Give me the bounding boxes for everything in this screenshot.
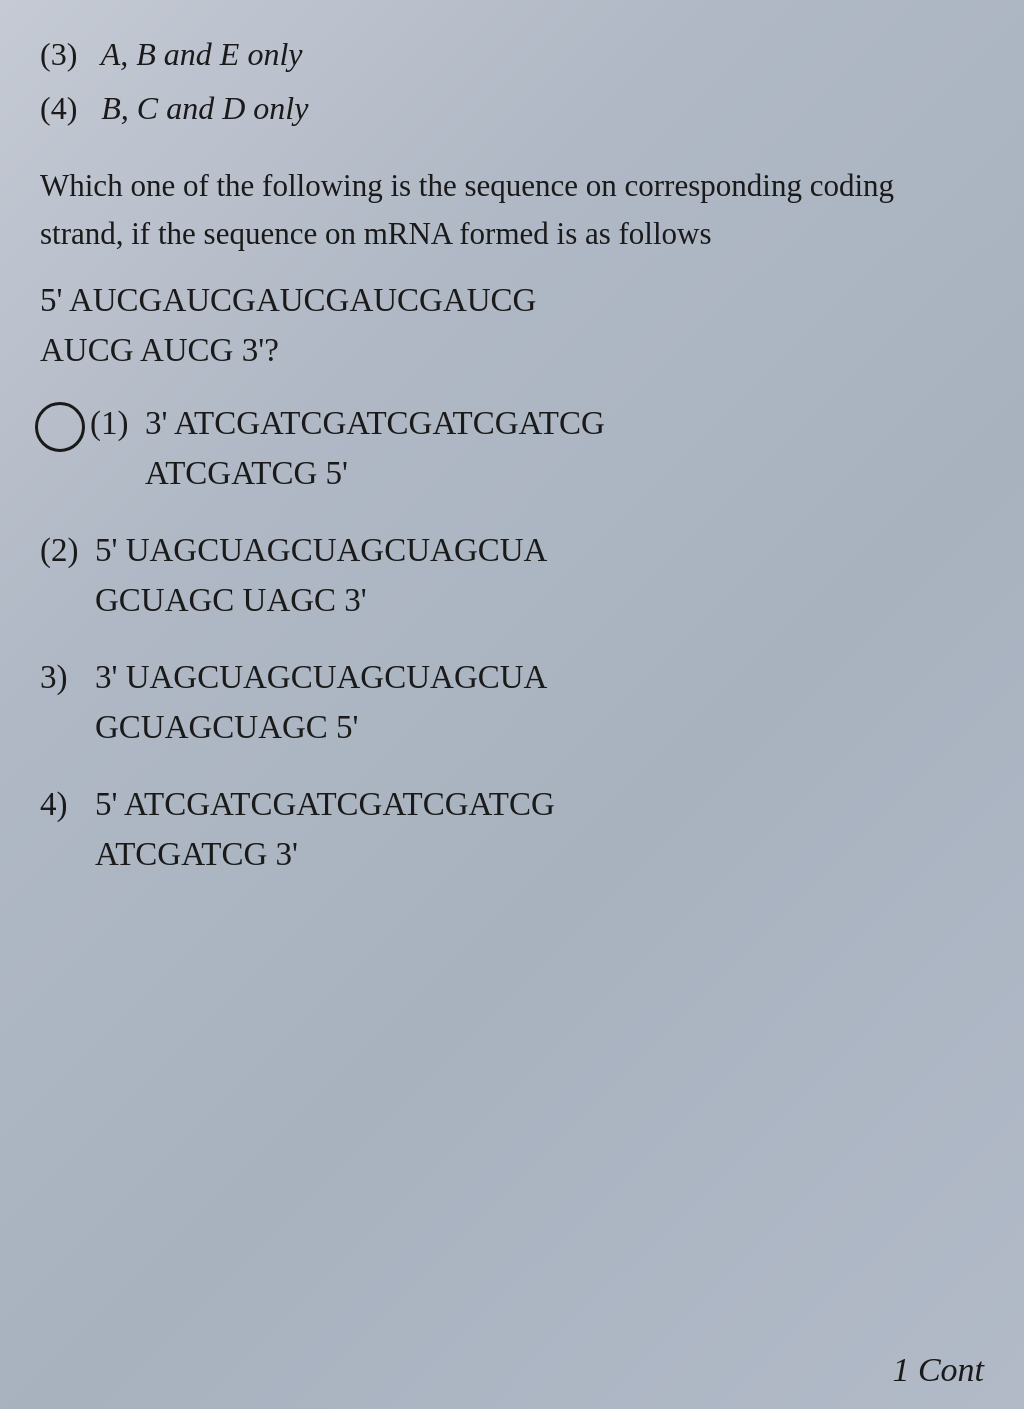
answer-4-line1: 5' ATCGATCGATCGATCGATCG — [95, 786, 555, 822]
answer-2-number: (2) — [40, 526, 95, 576]
answer-option-1: (1) 3' ATCGATCGATCGATCGATCG ATCGATCG 5' — [40, 399, 984, 498]
answer-option-3: 3) 3' UAGCUAGCUAGCUAGCUA GCUAGCUAGC 5' — [40, 653, 984, 752]
answer-option-4: 4) 5' ATCGATCGATCGATCGATCG ATCGATCG 3' — [40, 780, 984, 879]
prev-option-3-number: (3) — [40, 36, 77, 72]
answer-1-label: (1) 3' ATCGATCGATCGATCGATCG ATCGATCG 5' — [40, 399, 984, 498]
answer-3-content: 3' UAGCUAGCUAGCUAGCUA GCUAGCUAGC 5' — [95, 653, 547, 752]
answer-1-line1: 3' ATCGATCGATCGATCGATCG — [145, 405, 605, 441]
answer-4-line2: ATCGATCG 3' — [95, 830, 555, 880]
prev-options-section: (3) A, B and E only (4) B, C and D only — [40, 30, 984, 132]
answer-4-label: 4) 5' ATCGATCGATCGATCGATCG ATCGATCG 3' — [40, 780, 984, 879]
answer-1-number: (1) — [90, 399, 145, 449]
cont-label: 1 Cont — [892, 1351, 984, 1389]
mrna-line1: 5' AUCGAUCGAUCGAUCGAUCG — [40, 276, 984, 326]
prev-option-4-text: B, C and D only — [101, 90, 308, 126]
answer-4-number: 4) — [40, 780, 95, 830]
question-text: Which one of the following is the sequen… — [40, 162, 984, 258]
mrna-sequence: 5' AUCGAUCGAUCGAUCGAUCG AUCG AUCG 3'? — [40, 276, 984, 375]
answer-2-line2: GCUAGC UAGC 3' — [95, 576, 547, 626]
answer-3-label: 3) 3' UAGCUAGCUAGCUAGCUA GCUAGCUAGC 5' — [40, 653, 984, 752]
prev-option-3-text: A, B and E only — [101, 36, 303, 72]
prev-option-3: (3) A, B and E only — [40, 30, 984, 78]
mrna-line2: AUCG AUCG 3'? — [40, 326, 984, 376]
answer-2-line1: 5' UAGCUAGCUAGCUAGCUA — [95, 532, 547, 568]
circle-marker-1 — [35, 402, 85, 452]
answer-option-2: (2) 5' UAGCUAGCUAGCUAGCUA GCUAGC UAGC 3' — [40, 526, 984, 625]
answer-1-content: 3' ATCGATCGATCGATCGATCG ATCGATCG 5' — [145, 399, 605, 498]
answer-3-line1: 3' UAGCUAGCUAGCUAGCUA — [95, 659, 547, 695]
answer-3-line2: GCUAGCUAGC 5' — [95, 703, 547, 753]
answer-3-number: 3) — [40, 653, 95, 703]
prev-option-4: (4) B, C and D only — [40, 84, 984, 132]
answer-4-content: 5' ATCGATCGATCGATCGATCG ATCGATCG 3' — [95, 780, 555, 879]
answer-2-content: 5' UAGCUAGCUAGCUAGCUA GCUAGC UAGC 3' — [95, 526, 547, 625]
answer-1-line2: ATCGATCG 5' — [145, 449, 605, 499]
page-container: (3) A, B and E only (4) B, C and D only … — [0, 0, 1024, 1409]
answer-2-label: (2) 5' UAGCUAGCUAGCUAGCUA GCUAGC UAGC 3' — [40, 526, 984, 625]
prev-option-4-number: (4) — [40, 90, 77, 126]
